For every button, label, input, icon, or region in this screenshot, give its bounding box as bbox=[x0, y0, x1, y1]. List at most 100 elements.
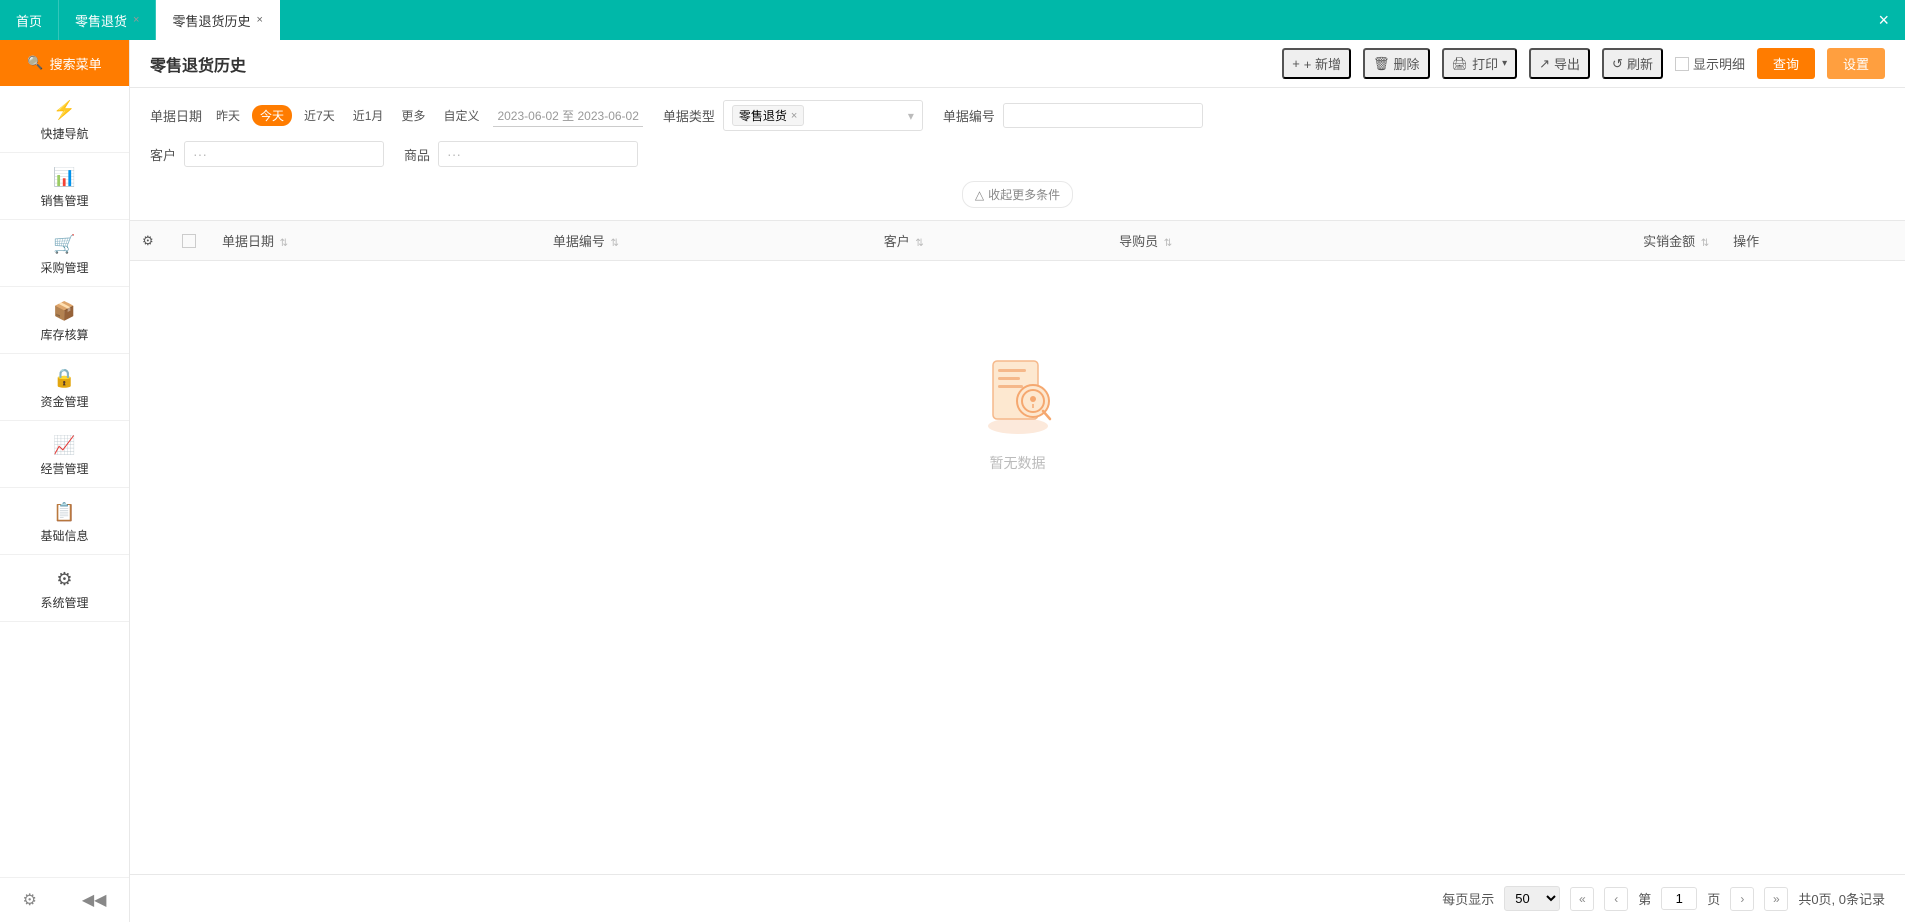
page-number-input[interactable] bbox=[1661, 887, 1697, 910]
doc-type-select[interactable]: 零售退货 × ▾ bbox=[723, 100, 923, 131]
date-yesterday[interactable]: 昨天 bbox=[210, 105, 246, 126]
export-label: 导出 bbox=[1554, 54, 1580, 73]
col-doc-date-label: 单据日期 bbox=[222, 234, 274, 249]
goods-label: 商品 bbox=[404, 145, 430, 164]
collapse-label: 收起更多条件 bbox=[988, 186, 1060, 203]
show-detail-label: 显示明细 bbox=[1693, 54, 1745, 73]
top-bar: 首页 零售退货 × 零售退货历史 × × bbox=[0, 0, 1905, 40]
sidebar-item-quick-nav[interactable]: ⚡ 快捷导航 bbox=[0, 86, 129, 153]
last-page-button[interactable]: » bbox=[1764, 887, 1788, 911]
new-button[interactable]: + + 新增 bbox=[1282, 48, 1351, 79]
collapse-button[interactable]: △ 收起更多条件 bbox=[962, 181, 1073, 208]
basic-info-icon: 📋 bbox=[53, 502, 75, 523]
sidebar-item-finance[interactable]: 🔒 资金管理 bbox=[0, 354, 129, 421]
table-container: ⚙ 单据日期 ⇅ 单据编号 ⇅ bbox=[130, 221, 1905, 874]
sidebar-search[interactable]: 🔍 搜索菜单 bbox=[0, 40, 129, 86]
doc-number-filter-group: 单据编号 bbox=[943, 103, 1203, 128]
query-button[interactable]: 查询 bbox=[1757, 48, 1815, 79]
sidebar-item-system-mgmt[interactable]: ⚙ 系统管理 bbox=[0, 555, 129, 622]
col-actual-amount-sort-icon[interactable]: ⇅ bbox=[1701, 238, 1709, 249]
sidebar-item-quick-nav-label: 快捷导航 bbox=[40, 125, 88, 142]
purchase-icon: 🛒 bbox=[53, 234, 75, 255]
refresh-icon: ↺ bbox=[1612, 56, 1623, 72]
top-bar-close[interactable]: × bbox=[1878, 10, 1905, 31]
refresh-button[interactable]: ↺ 刷新 bbox=[1602, 48, 1663, 79]
col-action: 操作 bbox=[1721, 221, 1905, 261]
finance-icon: 🔒 bbox=[53, 368, 75, 389]
col-guide-sort-icon[interactable]: ⇅ bbox=[1164, 238, 1172, 249]
sidebar-item-sales-mgmt[interactable]: 📊 销售管理 bbox=[0, 153, 129, 220]
sidebar-item-operations[interactable]: 📈 经营管理 bbox=[0, 421, 129, 488]
tab-list: 首页 零售退货 × 零售退货历史 × bbox=[0, 0, 280, 40]
date-custom[interactable]: 自定义 bbox=[437, 105, 485, 126]
date-today[interactable]: 今天 bbox=[252, 105, 292, 126]
tab-retail-return-close[interactable]: × bbox=[133, 14, 139, 26]
show-detail-checkbox[interactable] bbox=[1675, 57, 1689, 71]
col-checkbox bbox=[170, 221, 210, 261]
table-header-row: ⚙ 单据日期 ⇅ 单据编号 ⇅ bbox=[130, 221, 1905, 261]
page-prefix: 第 bbox=[1638, 889, 1651, 908]
print-label: 打印 bbox=[1472, 54, 1498, 73]
doc-number-input[interactable] bbox=[1003, 103, 1203, 128]
settings-icon[interactable]: ⚙ bbox=[23, 890, 37, 910]
collapse-row: △ 收起更多条件 bbox=[150, 177, 1885, 212]
first-page-button[interactable]: « bbox=[1570, 887, 1594, 911]
sound-icon[interactable]: ◀◀ bbox=[82, 890, 107, 910]
filter-row-1: 单据日期 昨天 今天 近7天 近1月 更多 自定义 2023-06-02 至 2… bbox=[150, 100, 1885, 131]
print-button[interactable]: 🖨 打印 ▾ bbox=[1442, 48, 1518, 79]
customer-select[interactable]: ··· bbox=[184, 141, 384, 167]
page-title: 零售退货历史 bbox=[150, 52, 246, 76]
column-settings-icon[interactable]: ⚙ bbox=[142, 233, 154, 248]
print-chevron-icon: ▾ bbox=[1502, 58, 1507, 69]
date-shortcuts: 昨天 今天 近7天 近1月 更多 自定义 bbox=[210, 105, 485, 126]
select-all-checkbox[interactable] bbox=[182, 234, 196, 248]
doc-type-tag: 零售退货 × bbox=[732, 105, 804, 126]
sidebar-item-inventory-label: 库存核算 bbox=[40, 326, 88, 343]
date-filter-group: 单据日期 昨天 今天 近7天 近1月 更多 自定义 2023-06-02 至 2… bbox=[150, 105, 643, 127]
quick-nav-icon: ⚡ bbox=[53, 100, 75, 121]
new-icon: + bbox=[1292, 56, 1300, 71]
tab-retail-return-history-close[interactable]: × bbox=[256, 14, 262, 26]
page-size-select[interactable]: 20 50 100 bbox=[1504, 886, 1560, 911]
date-range-display[interactable]: 2023-06-02 至 2023-06-02 bbox=[493, 105, 642, 127]
delete-button[interactable]: 🗑 删除 bbox=[1363, 48, 1430, 79]
tab-retail-return[interactable]: 零售退货 × bbox=[59, 0, 156, 40]
doc-type-chevron-icon: ▾ bbox=[908, 109, 914, 123]
sidebar-item-basic-info[interactable]: 📋 基础信息 bbox=[0, 488, 129, 555]
sidebar-item-system-label: 系统管理 bbox=[40, 594, 88, 611]
empty-illustration bbox=[968, 341, 1068, 441]
tab-home[interactable]: 首页 bbox=[0, 0, 59, 40]
sidebar-search-label: 搜索菜单 bbox=[50, 54, 102, 73]
col-doc-date: 单据日期 ⇅ bbox=[210, 221, 541, 261]
col-customer: 客户 ⇅ bbox=[872, 221, 1107, 261]
goods-filter-group: 商品 ··· bbox=[404, 141, 638, 167]
export-button[interactable]: ↗ 导出 bbox=[1529, 48, 1590, 79]
filter-row-2: 客户 ··· 商品 ··· bbox=[150, 141, 1885, 167]
prev-page-button[interactable]: ‹ bbox=[1604, 887, 1628, 911]
setting-button[interactable]: 设置 bbox=[1827, 48, 1885, 79]
next-page-button[interactable]: › bbox=[1730, 887, 1754, 911]
empty-text: 暂无数据 bbox=[990, 453, 1046, 473]
new-label: + 新增 bbox=[1304, 54, 1341, 73]
sidebar-item-basic-info-label: 基础信息 bbox=[40, 527, 88, 544]
col-doc-date-sort-icon[interactable]: ⇅ bbox=[280, 238, 288, 249]
search-icon: 🔍 bbox=[27, 55, 43, 71]
col-actual-amount-label: 实销金额 bbox=[1643, 234, 1695, 249]
date-1month[interactable]: 近1月 bbox=[347, 105, 390, 126]
col-customer-sort-icon[interactable]: ⇅ bbox=[915, 238, 923, 249]
col-doc-number-sort-icon[interactable]: ⇅ bbox=[611, 238, 619, 249]
show-detail-toggle[interactable]: 显示明细 bbox=[1675, 54, 1745, 73]
tab-retail-return-history[interactable]: 零售退货历史 × bbox=[156, 0, 279, 40]
delete-icon: 🗑 bbox=[1373, 56, 1390, 72]
doc-type-tag-close[interactable]: × bbox=[791, 110, 797, 122]
tab-home-label: 首页 bbox=[16, 11, 42, 30]
col-doc-number: 单据编号 ⇅ bbox=[541, 221, 872, 261]
goods-select[interactable]: ··· bbox=[438, 141, 638, 167]
inventory-icon: 📦 bbox=[53, 301, 75, 322]
sidebar-item-inventory[interactable]: 📦 库存核算 bbox=[0, 287, 129, 354]
header-actions: + + 新增 🗑 删除 🖨 打印 ▾ ↗ 导出 ↺ bbox=[1282, 48, 1885, 79]
sidebar-item-purchase-mgmt[interactable]: 🛒 采购管理 bbox=[0, 220, 129, 287]
tab-retail-return-history-label: 零售退货历史 bbox=[172, 11, 250, 30]
date-7days[interactable]: 近7天 bbox=[298, 105, 341, 126]
date-more[interactable]: 更多 bbox=[395, 105, 431, 126]
